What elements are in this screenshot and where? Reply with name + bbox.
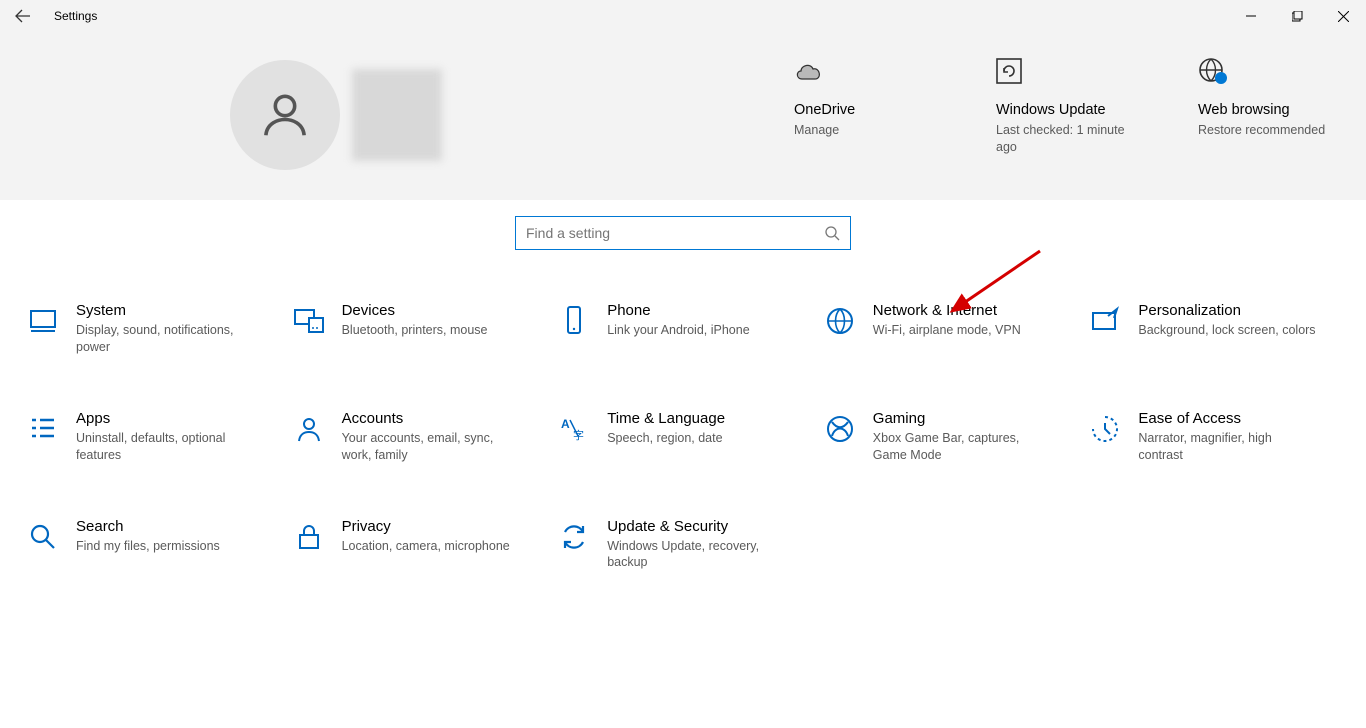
maximize-button[interactable] xyxy=(1274,0,1320,32)
ease-of-access-icon xyxy=(1086,410,1124,448)
back-button[interactable] xyxy=(0,0,46,32)
category-subtitle: Find my files, permissions xyxy=(76,538,220,555)
category-title: Search xyxy=(76,518,220,535)
category-gaming[interactable]: Gaming Xbox Game Bar, captures, Game Mode xyxy=(821,410,1077,464)
category-title: Privacy xyxy=(342,518,510,535)
minimize-button[interactable] xyxy=(1228,0,1274,32)
personalization-icon xyxy=(1086,302,1124,340)
onedrive-subtitle: Manage xyxy=(794,122,924,139)
category-subtitle: Link your Android, iPhone xyxy=(607,322,749,339)
category-devices[interactable]: Devices Bluetooth, printers, mouse xyxy=(290,302,546,356)
search-wrap xyxy=(0,216,1366,250)
system-icon xyxy=(24,302,62,340)
apps-icon xyxy=(24,410,62,448)
header-cards: OneDrive Manage Windows Update Last chec… xyxy=(794,54,1328,156)
windows-update-card[interactable]: Windows Update Last checked: 1 minute ag… xyxy=(996,54,1126,156)
category-search[interactable]: Search Find my files, permissions xyxy=(24,518,280,572)
category-subtitle: Wi-Fi, airplane mode, VPN xyxy=(873,322,1021,339)
close-button[interactable] xyxy=(1320,0,1366,32)
window-title: Settings xyxy=(46,9,97,23)
accounts-icon xyxy=(290,410,328,448)
category-title: Phone xyxy=(607,302,749,319)
user-icon xyxy=(258,88,312,142)
avatar xyxy=(230,60,340,170)
network-icon xyxy=(821,302,859,340)
cloud-icon xyxy=(794,54,924,88)
back-arrow-icon xyxy=(15,8,31,24)
profile-block[interactable] xyxy=(230,60,442,170)
phone-icon xyxy=(555,302,593,340)
time-language-icon: A字 xyxy=(555,410,593,448)
category-title: Accounts xyxy=(342,410,522,427)
category-title: Gaming xyxy=(873,410,1053,427)
category-apps[interactable]: Apps Uninstall, defaults, optional featur… xyxy=(24,410,280,464)
category-ease-of-access[interactable]: Ease of Access Narrator, magnifier, high … xyxy=(1086,410,1342,464)
category-title: Update & Security xyxy=(607,518,787,535)
category-privacy[interactable]: Privacy Location, camera, microphone xyxy=(290,518,546,572)
globe-badge-icon xyxy=(1198,54,1328,88)
category-title: Apps xyxy=(76,410,256,427)
category-subtitle: Narrator, magnifier, high contrast xyxy=(1138,430,1318,464)
category-title: Personalization xyxy=(1138,302,1315,319)
header-area: OneDrive Manage Windows Update Last chec… xyxy=(0,32,1366,200)
category-subtitle: Your accounts, email, sync, work, family xyxy=(342,430,522,464)
onedrive-card[interactable]: OneDrive Manage xyxy=(794,54,924,156)
web-browsing-subtitle: Restore recommended xyxy=(1198,122,1328,139)
category-personalization[interactable]: Personalization Background, lock screen, … xyxy=(1086,302,1342,356)
titlebar: Settings xyxy=(0,0,1366,32)
category-subtitle: Display, sound, notifications, power xyxy=(76,322,256,356)
category-subtitle: Windows Update, recovery, backup xyxy=(607,538,787,572)
gaming-icon xyxy=(821,410,859,448)
devices-icon xyxy=(290,302,328,340)
category-time-language[interactable]: A字 Time & Language Speech, region, date xyxy=(555,410,811,464)
minimize-icon xyxy=(1246,11,1256,21)
category-accounts[interactable]: Accounts Your accounts, email, sync, work… xyxy=(290,410,546,464)
update-security-icon xyxy=(555,518,593,556)
category-title: Ease of Access xyxy=(1138,410,1318,427)
onedrive-title: OneDrive xyxy=(794,102,924,118)
web-browsing-title: Web browsing xyxy=(1198,102,1328,118)
category-subtitle: Xbox Game Bar, captures, Game Mode xyxy=(873,430,1053,464)
privacy-icon xyxy=(290,518,328,556)
update-icon xyxy=(996,54,1126,88)
category-subtitle: Bluetooth, printers, mouse xyxy=(342,322,488,339)
category-subtitle: Location, camera, microphone xyxy=(342,538,510,555)
category-title: Time & Language xyxy=(607,410,725,427)
search-category-icon xyxy=(24,518,62,556)
category-subtitle: Speech, region, date xyxy=(607,430,725,447)
profile-name-redacted xyxy=(352,69,442,161)
category-title: Network & Internet xyxy=(873,302,1021,319)
search-input[interactable] xyxy=(526,225,824,241)
categories-grid: System Display, sound, notifications, pow… xyxy=(24,302,1342,571)
category-subtitle: Uninstall, defaults, optional features xyxy=(76,430,256,464)
web-browsing-card[interactable]: Web browsing Restore recommended xyxy=(1198,54,1328,156)
svg-text:A: A xyxy=(561,417,570,431)
maximize-icon xyxy=(1292,11,1303,22)
search-box[interactable] xyxy=(515,216,851,250)
category-system[interactable]: System Display, sound, notifications, pow… xyxy=(24,302,280,356)
category-subtitle: Background, lock screen, colors xyxy=(1138,322,1315,339)
windows-update-title: Windows Update xyxy=(996,102,1126,118)
close-icon xyxy=(1338,11,1349,22)
category-title: Devices xyxy=(342,302,488,319)
category-network[interactable]: Network & Internet Wi-Fi, airplane mode, … xyxy=(821,302,1077,356)
category-title: System xyxy=(76,302,256,319)
category-update-security[interactable]: Update & Security Windows Update, recover… xyxy=(555,518,811,572)
search-icon xyxy=(824,225,840,241)
windows-update-subtitle: Last checked: 1 minute ago xyxy=(996,122,1126,156)
category-phone[interactable]: Phone Link your Android, iPhone xyxy=(555,302,811,356)
